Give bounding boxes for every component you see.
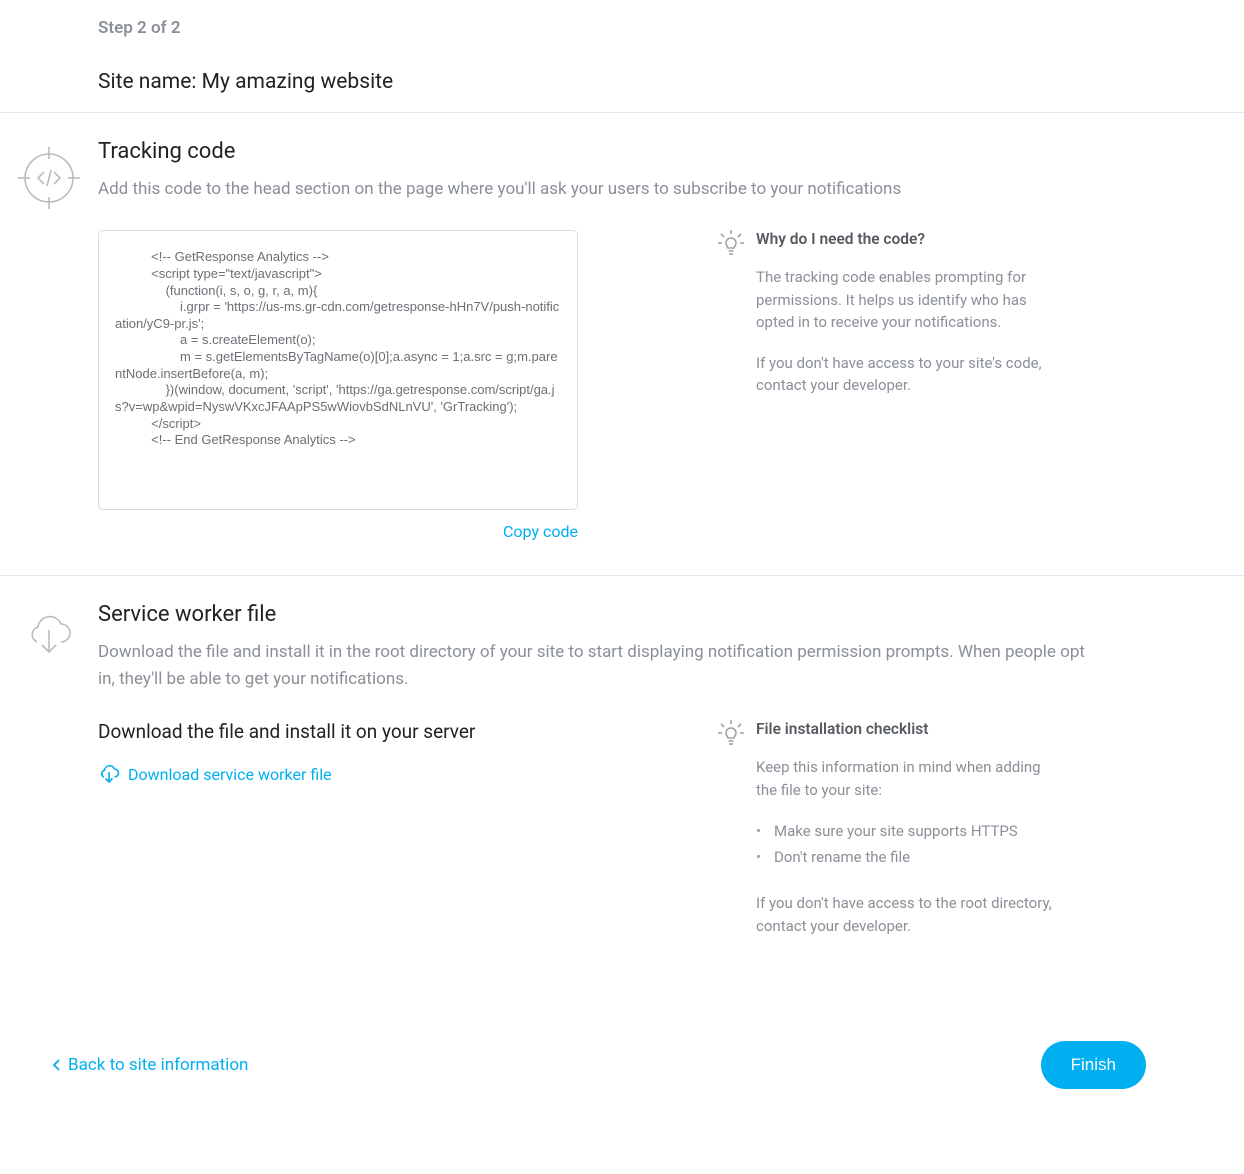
back-link-label: Back to site information: [68, 1055, 248, 1075]
back-link[interactable]: Back to site information: [52, 1055, 248, 1075]
tracking-code-title: Tracking code: [98, 139, 1146, 164]
lightbulb-icon: [718, 720, 742, 746]
tracking-code-hint: Why do I need the code? The tracking cod…: [718, 230, 1146, 415]
chevron-left-icon: [52, 1058, 62, 1072]
download-sub-title: Download the file and install it on your…: [98, 720, 578, 743]
checklist-hint-title: File installation checklist: [756, 720, 1056, 738]
copy-code-button[interactable]: Copy code: [503, 522, 578, 541]
service-worker-title: Service worker file: [98, 602, 1146, 627]
hint-text-2: If you don't have access to your site's …: [756, 352, 1056, 397]
target-code-icon: [18, 147, 80, 541]
checklist-hint-list: Make sure your site supports HTTPS Don't…: [756, 819, 1056, 870]
wizard-footer: Back to site information Finish: [0, 989, 1244, 1123]
list-item: Don't rename the file: [756, 845, 1056, 871]
tracking-code-textarea[interactable]: <!-- GetResponse Analytics --> <script t…: [98, 230, 578, 510]
page-header: Step 2 of 2 Site name: My amazing websit…: [0, 0, 1244, 113]
download-service-worker-link[interactable]: Download service worker file: [98, 763, 332, 785]
checklist-hint-p2: If you don't have access to the root dir…: [756, 892, 1056, 937]
hint-text-1: The tracking code enables prompting for …: [756, 266, 1056, 334]
step-indicator: Step 2 of 2: [98, 18, 1244, 38]
download-link-label: Download service worker file: [128, 765, 332, 784]
finish-button[interactable]: Finish: [1041, 1041, 1146, 1089]
section-tracking-code: Tracking code Add this code to the head …: [0, 113, 1244, 576]
tracking-code-description: Add this code to the head section on the…: [98, 176, 1098, 202]
checklist-hint-p1: Keep this information in mind when addin…: [756, 756, 1056, 801]
lightbulb-icon: [718, 230, 742, 256]
cloud-download-icon: [24, 610, 74, 955]
site-name-label: Site name: My amazing website: [98, 70, 1244, 94]
service-worker-description: Download the file and install it in the …: [98, 639, 1098, 692]
list-item: Make sure your site supports HTTPS: [756, 819, 1056, 845]
hint-title: Why do I need the code?: [756, 230, 1056, 248]
cloud-download-small-icon: [98, 763, 120, 785]
service-worker-hint: File installation checklist Keep this in…: [718, 720, 1146, 955]
section-service-worker: Service worker file Download the file an…: [0, 576, 1244, 989]
